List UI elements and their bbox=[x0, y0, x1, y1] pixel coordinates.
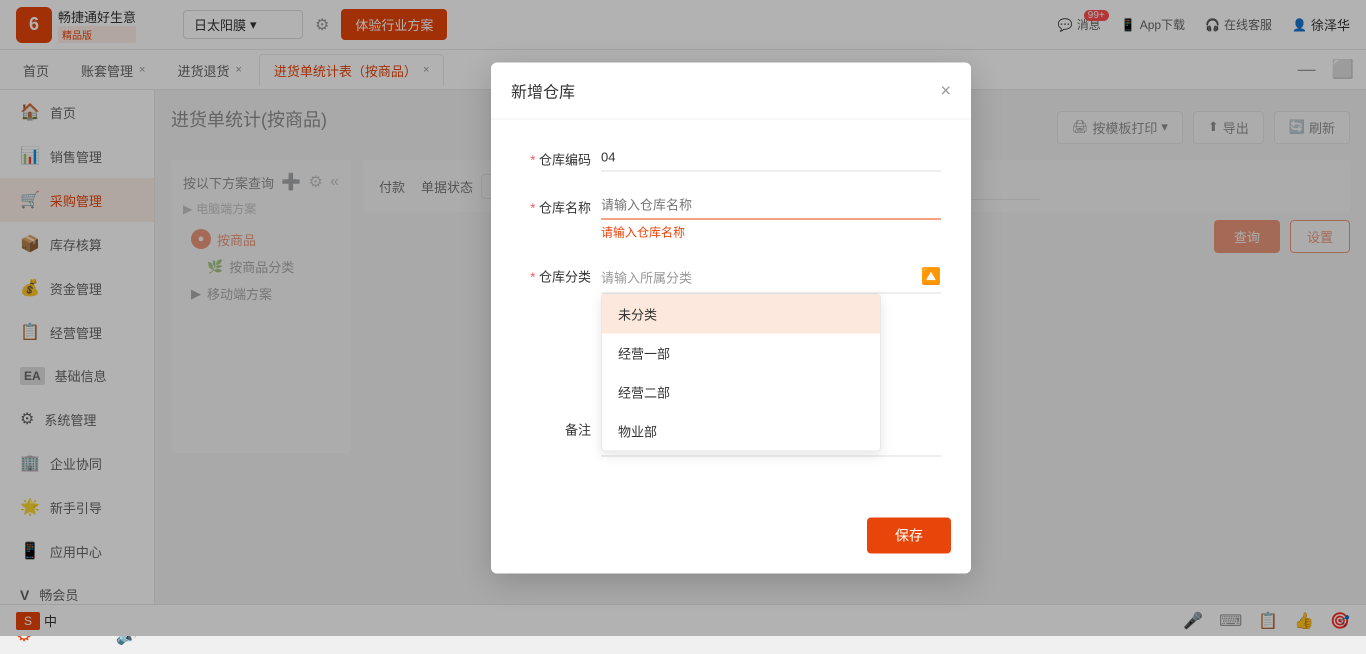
category-label: * 仓库分类 bbox=[521, 261, 601, 286]
save-button[interactable]: 保存 bbox=[867, 518, 951, 554]
dialog-body: * 仓库编码 * 仓库名称 请输入仓库名称 * 仓库分类 bbox=[491, 120, 971, 506]
category-field-row: * 仓库分类 请输入所属分类 🔼 未分类 经营一部 经营二部 物业部 bbox=[521, 261, 941, 294]
category-input-wrap: 请输入所属分类 🔼 未分类 经营一部 经营二部 物业部 bbox=[601, 261, 941, 294]
remark-label: 备注 bbox=[521, 414, 601, 439]
category-dropdown: 未分类 经营一部 经营二部 物业部 bbox=[601, 294, 881, 452]
dropdown-item-unclassified[interactable]: 未分类 bbox=[602, 295, 880, 334]
category-select[interactable]: 请输入所属分类 🔼 bbox=[601, 261, 941, 294]
dropdown-item-dept2[interactable]: 经营二部 bbox=[602, 373, 880, 412]
name-input[interactable] bbox=[601, 192, 941, 220]
name-input-wrap: 请输入仓库名称 bbox=[601, 192, 941, 241]
dialog-footer: 保存 bbox=[491, 506, 971, 574]
dropdown-arrow-icon: 🔼 bbox=[921, 267, 941, 287]
code-input-wrap bbox=[601, 144, 941, 172]
dialog-close-button[interactable]: × bbox=[940, 80, 951, 101]
dropdown-item-dept1[interactable]: 经营一部 bbox=[602, 334, 880, 373]
name-field-row: * 仓库名称 请输入仓库名称 bbox=[521, 192, 941, 241]
dropdown-item-property[interactable]: 物业部 bbox=[602, 412, 880, 451]
name-label: * 仓库名称 bbox=[521, 192, 601, 217]
code-label: * 仓库编码 bbox=[521, 144, 601, 169]
dialog-header: 新增仓库 × bbox=[491, 63, 971, 120]
code-input[interactable] bbox=[601, 144, 941, 172]
name-error-msg: 请输入仓库名称 bbox=[601, 224, 941, 241]
code-field-row: * 仓库编码 bbox=[521, 144, 941, 172]
new-warehouse-dialog: 新增仓库 × * 仓库编码 * 仓库名称 请输入仓库名称 bbox=[491, 63, 971, 574]
dialog-title: 新增仓库 bbox=[511, 79, 575, 103]
